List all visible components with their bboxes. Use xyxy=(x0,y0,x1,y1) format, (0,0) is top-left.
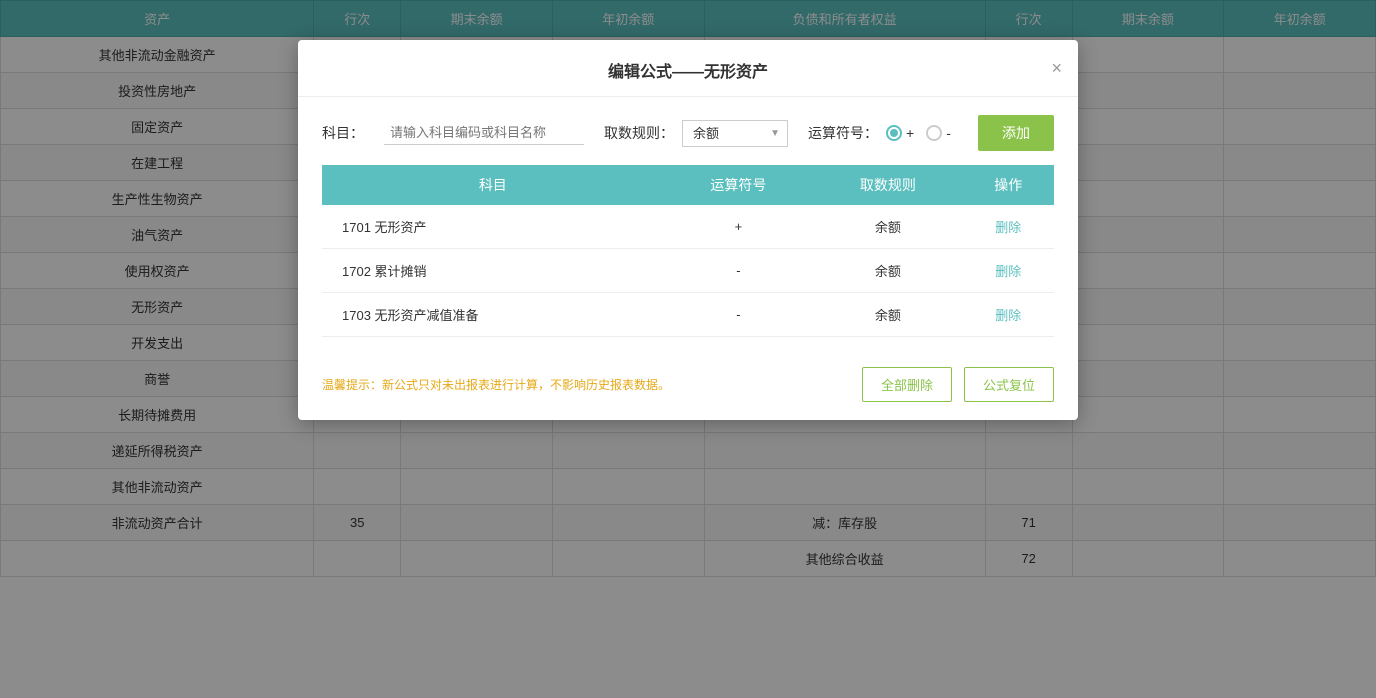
operator-radio-group: + - xyxy=(886,125,951,141)
rule-group: 取数规则： 余额借方贷方借方发生额贷方发生额 ▼ xyxy=(604,120,788,147)
modal-overlay: 编辑公式——无形资产 × 科目： 取数规则： 余额借方贷方借方发生额贷方发生额 … xyxy=(0,0,1376,698)
delete-row-button[interactable]: 删除 xyxy=(995,217,1021,236)
formula-action: 删除 xyxy=(963,249,1054,293)
form-row: 科目： 取数规则： 余额借方贷方借方发生额贷方发生额 ▼ 运算符号： + xyxy=(298,97,1078,165)
formula-operator: + xyxy=(664,205,813,249)
data-table-wrapper: 科目运算符号取数规则操作 1701 无形资产+余额删除1702 累计摊销-余额删… xyxy=(298,165,1078,353)
operator-minus-radio[interactable]: - xyxy=(926,125,951,141)
delete-row-button[interactable]: 删除 xyxy=(995,261,1021,280)
add-button[interactable]: 添加 xyxy=(978,115,1054,151)
formula-operator: - xyxy=(664,249,813,293)
table-row: 1702 累计摊销-余额 删除 xyxy=(322,249,1054,293)
rule-select[interactable]: 余额借方贷方借方发生额贷方发生额 xyxy=(682,120,788,147)
edit-formula-modal: 编辑公式——无形资产 × 科目： 取数规则： 余额借方贷方借方发生额贷方发生额 … xyxy=(298,40,1078,420)
modal-title: 编辑公式——无形资产 xyxy=(608,58,768,82)
formula-col-header: 运算符号 xyxy=(664,165,813,205)
operator-group: 运算符号： + - xyxy=(808,123,951,143)
radio-circle-plus xyxy=(886,125,902,141)
subject-label: 科目： xyxy=(322,123,364,143)
footer-tip: 温馨提示：新公式只对未出报表进行计算，不影响历史报表数据。 xyxy=(322,376,670,393)
table-row: 1703 无形资产减值准备-余额 删除 xyxy=(322,293,1054,337)
radio-circle-minus xyxy=(926,125,942,141)
formula-action: 删除 xyxy=(963,205,1054,249)
rule-label: 取数规则： xyxy=(604,123,674,143)
delete-row-button[interactable]: 删除 xyxy=(995,305,1021,324)
plus-label: + xyxy=(906,125,914,141)
formula-subject: 1702 累计摊销 xyxy=(322,249,664,293)
formula-rule: 余额 xyxy=(813,249,962,293)
modal-header: 编辑公式——无形资产 × xyxy=(298,40,1078,97)
table-row: 1701 无形资产+余额 删除 xyxy=(322,205,1054,249)
formula-col-header: 取数规则 xyxy=(813,165,962,205)
formula-col-header: 操作 xyxy=(963,165,1054,205)
close-button[interactable]: × xyxy=(1051,59,1062,77)
operator-label: 运算符号： xyxy=(808,123,878,143)
reset-formula-button[interactable]: 公式复位 xyxy=(964,367,1054,402)
formula-subject: 1701 无形资产 xyxy=(322,205,664,249)
footer-buttons: 全部删除 公式复位 xyxy=(862,367,1054,402)
operator-plus-radio[interactable]: + xyxy=(886,125,914,141)
delete-all-button[interactable]: 全部删除 xyxy=(862,367,952,402)
formula-rule: 余额 xyxy=(813,293,962,337)
rule-select-wrapper[interactable]: 余额借方贷方借方发生额贷方发生额 ▼ xyxy=(682,120,788,147)
modal-footer: 温馨提示：新公式只对未出报表进行计算，不影响历史报表数据。 全部删除 公式复位 xyxy=(298,353,1078,420)
formula-subject: 1703 无形资产减值准备 xyxy=(322,293,664,337)
formula-action: 删除 xyxy=(963,293,1054,337)
minus-label: - xyxy=(946,125,951,141)
formula-col-header: 科目 xyxy=(322,165,664,205)
subject-input[interactable] xyxy=(384,121,584,145)
formula-table: 科目运算符号取数规则操作 1701 无形资产+余额删除1702 累计摊销-余额删… xyxy=(322,165,1054,337)
formula-operator: - xyxy=(664,293,813,337)
formula-rule: 余额 xyxy=(813,205,962,249)
